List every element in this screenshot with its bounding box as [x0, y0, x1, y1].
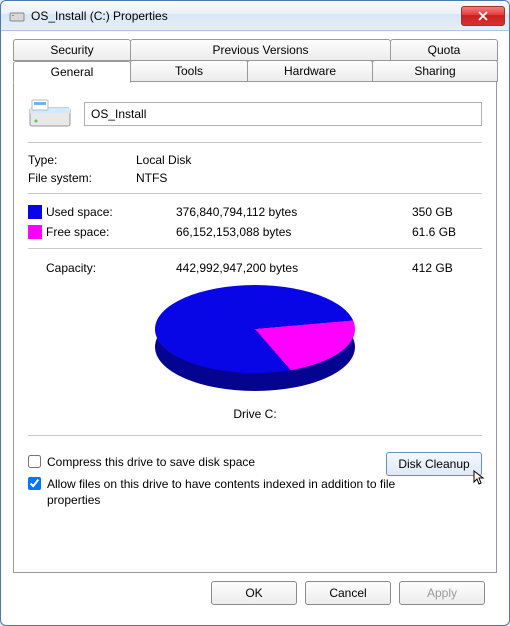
capacity-bytes: 442,992,947,200 bytes	[146, 261, 404, 275]
tab-sharing[interactable]: Sharing	[372, 60, 498, 82]
tab-tools[interactable]: Tools	[130, 60, 248, 82]
dialog-buttons: OK Cancel Apply	[13, 573, 497, 605]
separator	[28, 248, 482, 249]
disk-cleanup-button[interactable]: Disk Cleanup	[386, 452, 482, 476]
free-size: 61.6 GB	[412, 225, 482, 239]
capacity-label: Capacity:	[46, 261, 96, 275]
type-value: Local Disk	[136, 153, 482, 167]
free-bytes: 66,152,153,088 bytes	[146, 225, 404, 239]
titlebar[interactable]: OS_Install (C:) Properties	[1, 1, 509, 31]
filesystem-value: NTFS	[136, 171, 482, 185]
pie-caption: Drive C:	[28, 407, 482, 421]
apply-button[interactable]: Apply	[399, 581, 485, 605]
type-label: Type:	[28, 153, 128, 167]
drive-icon-small	[9, 8, 25, 24]
separator	[28, 435, 482, 436]
used-bytes: 376,840,794,112 bytes	[146, 205, 404, 219]
space-table: Used space: 376,840,794,112 bytes 350 GB…	[28, 202, 482, 242]
cancel-button[interactable]: Cancel	[305, 581, 391, 605]
tab-previous-versions[interactable]: Previous Versions	[130, 39, 391, 61]
window-title: OS_Install (C:) Properties	[31, 9, 461, 23]
separator	[28, 193, 482, 194]
dialog-body: Security Previous Versions Quota General…	[1, 31, 509, 615]
usage-pie-chart	[155, 285, 355, 385]
index-checkbox[interactable]	[28, 477, 41, 490]
separator	[28, 142, 482, 143]
tab-security[interactable]: Security	[13, 39, 131, 61]
used-label: Used space:	[46, 205, 113, 219]
tab-general[interactable]: General	[13, 61, 131, 83]
tab-hardware[interactable]: Hardware	[247, 60, 373, 82]
used-swatch	[28, 205, 42, 219]
close-icon	[478, 11, 488, 21]
tab-panel-general: Type: Local Disk File system: NTFS Used …	[13, 81, 497, 573]
index-label: Allow files on this drive to have conten…	[47, 476, 482, 508]
tab-quota[interactable]: Quota	[390, 39, 498, 61]
capacity-size: 412 GB	[412, 261, 482, 275]
filesystem-label: File system:	[28, 171, 128, 185]
tab-strip: Security Previous Versions Quota General…	[13, 39, 497, 573]
ok-button[interactable]: OK	[211, 581, 297, 605]
free-label: Free space:	[46, 225, 109, 239]
properties-window: OS_Install (C:) Properties Security Prev…	[0, 0, 510, 626]
drive-icon	[28, 96, 72, 132]
compress-checkbox[interactable]	[28, 455, 41, 468]
free-swatch	[28, 225, 42, 239]
used-size: 350 GB	[412, 205, 482, 219]
drive-name-input[interactable]	[84, 102, 482, 126]
close-button[interactable]	[461, 6, 505, 26]
